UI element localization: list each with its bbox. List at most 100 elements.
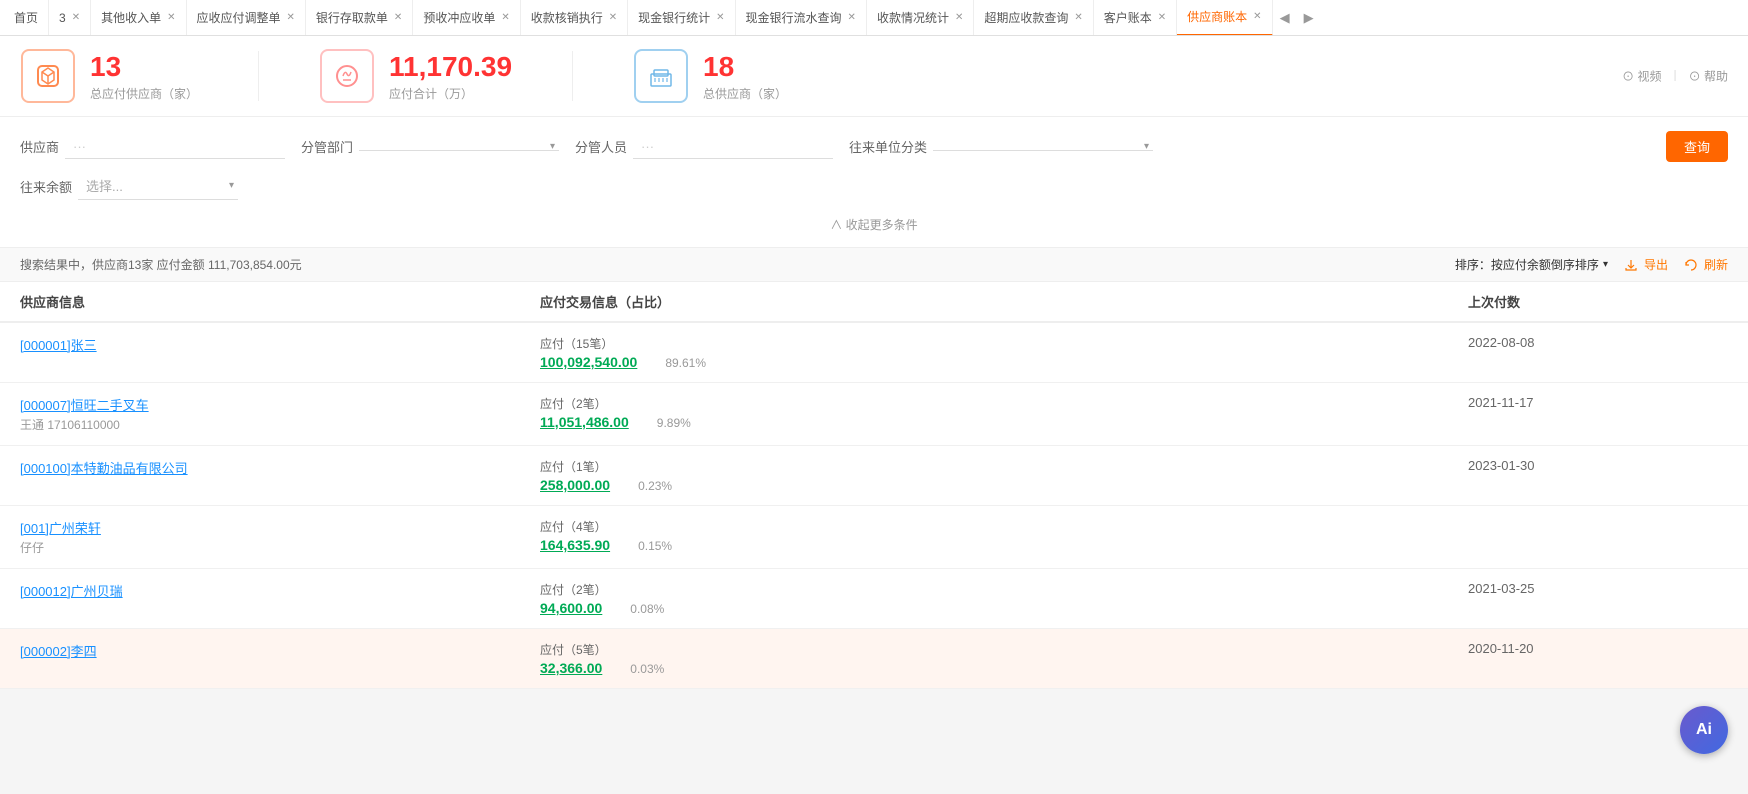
refresh-button[interactable]: 刷新 [1684,256,1728,273]
close-icon[interactable]: ✕ [72,12,80,23]
table-row: [000007]恒旺二手叉车 王通 17106110000 应付（2笔） 11,… [0,383,1748,446]
filter-item-balance: 往来余额 选择... ▾ [20,172,238,200]
dept-select[interactable]: ▾ [359,142,559,151]
chevron-down-icon: ▾ [1144,141,1149,152]
close-icon[interactable]: ✕ [716,12,724,23]
payable-total-value: 11,170.39 [389,51,512,83]
payable-amount[interactable]: 164,635.90 [540,537,610,553]
payable-pct: 9.89% [657,416,691,430]
payable-amount[interactable]: 32,366.00 [540,660,602,676]
payable-pct: 0.15% [638,539,672,553]
close-icon[interactable]: ✕ [848,12,856,23]
collapse-bar[interactable]: ∧ 收起更多条件 [20,210,1728,239]
dept-label: 分管部门 [301,137,353,156]
close-icon[interactable]: ✕ [167,12,175,23]
payable-label: 应付（15笔） [540,335,1468,352]
supplier-payable-icon [20,48,76,104]
total-suppliers-value: 18 [703,51,787,83]
payable-label: 应付（2笔） [540,395,1468,412]
table-row: [000100]本特勤油品有限公司 应付（1笔） 258,000.00 0.23… [0,446,1748,506]
sort-label[interactable]: 排序：按应付余额倒序排序 ▾ [1455,256,1608,273]
supplier-sub: 王通 17106110000 [20,416,540,433]
nav-tab-receipt-writeoff[interactable]: 收款核销执行 ✕ [521,0,628,36]
nav-tab-cash-bank-stat[interactable]: 现金银行统计 ✕ [628,0,735,36]
nav-tab-bank-deposit[interactable]: 银行存取款单 ✕ [306,0,413,36]
category-select[interactable]: ▾ [933,142,1153,151]
nav-tab-receipt-stat[interactable]: 收款情况统计 ✕ [867,0,974,36]
close-icon[interactable]: ✕ [1074,12,1082,23]
supplier-link[interactable]: [000007]恒旺二手叉车 [20,395,540,414]
supplier-link[interactable]: [000001]张三 [20,335,540,354]
supplier-info-cell: [001]广州荣轩 仔仔 [20,518,540,556]
supplier-info-cell: [000002]李四 [20,641,540,660]
supplier-link[interactable]: [000002]李四 [20,641,540,660]
payable-label: 应付（2笔） [540,581,1468,598]
person-input[interactable] [633,135,833,159]
person-label: 分管人员 [575,137,627,156]
close-icon[interactable]: ✕ [1158,12,1166,23]
nav-tab-home[interactable]: 首页 [4,0,49,36]
close-icon[interactable]: ✕ [287,12,295,23]
supplier-info-cell: [000007]恒旺二手叉车 王通 17106110000 [20,395,540,433]
balance-select[interactable]: 选择... ▾ [78,172,238,200]
supplier-info-cell: [000012]广州贝瑞 [20,581,540,600]
close-icon[interactable]: ✕ [609,12,617,23]
nav-tab-overdue-ar[interactable]: 超期应收款查询 ✕ [974,0,1093,36]
help-link[interactable]: ⊙ 帮助 [1689,68,1728,85]
summary-item-payable-total: 11,170.39 应付合计（万） [319,48,512,104]
chevron-down-icon: ▾ [229,180,234,191]
payable-info-cell: 应付（2笔） 94,600.00 0.08% [540,581,1468,616]
query-button[interactable]: 查询 [1666,131,1728,162]
close-icon[interactable]: ✕ [955,12,963,23]
supplier-link[interactable]: [000012]广州贝瑞 [20,581,540,600]
supplier-link[interactable]: [000100]本特勤油品有限公司 [20,458,540,477]
table-header: 供应商信息 应付交易信息（占比） 上次付数 [0,282,1748,323]
export-button[interactable]: 导出 [1624,256,1668,273]
col-last-pay: 上次付数 [1468,292,1728,311]
payable-amount[interactable]: 100,092,540.00 [540,354,637,370]
nav-tab-supplier-ledger[interactable]: 供应商账本 ✕ [1177,0,1272,36]
summary-divider-1 [258,51,259,101]
suppliers-payable-label: 总应付供应商（家） [90,85,198,102]
nav-right-arrow[interactable]: ▶ [1297,0,1321,36]
last-pay-cell: 2022-08-08 [1468,335,1728,350]
nav-tab-3[interactable]: 3 ✕ [49,0,91,36]
result-info: 搜索结果中，供应商13家 应付金额 111,703,854.00元 [20,256,302,273]
payable-pct: 0.08% [630,602,664,616]
nav-tab-cash-bank-flow[interactable]: 现金银行流水查询 ✕ [736,0,867,36]
last-pay-cell: 2021-03-25 [1468,581,1728,596]
nav-tab-prepay-offset[interactable]: 预收冲应收单 ✕ [413,0,520,36]
payable-pct: 0.23% [638,479,672,493]
close-icon[interactable]: ✕ [394,12,402,23]
close-icon[interactable]: ✕ [1253,11,1261,22]
payable-amount[interactable]: 94,600.00 [540,600,602,616]
payable-pct: 0.03% [630,662,664,676]
table-row: [000001]张三 应付（15笔） 100,092,540.00 89.61%… [0,323,1748,383]
nav-tab-ar-ap-adjust[interactable]: 应收应付调整单 ✕ [187,0,306,36]
category-label: 往来单位分类 [849,137,927,156]
payable-pct: 89.61% [665,356,706,370]
nav-tab-other-income[interactable]: 其他收入单 ✕ [91,0,186,36]
summary-item-total-suppliers: 18 总供应商（家） [633,48,787,104]
suppliers-payable-value: 13 [90,51,198,83]
balance-label: 往来余额 [20,177,72,196]
payable-amount[interactable]: 11,051,486.00 [540,414,629,430]
top-navigation: 首页 3 ✕ 其他收入单 ✕ 应收应付调整单 ✕ 银行存取款单 ✕ 预收冲应收单… [0,0,1748,36]
nav-tab-customer-ledger[interactable]: 客户账本 ✕ [1094,0,1177,36]
filter-item-dept: 分管部门 ▾ [301,137,559,156]
video-link[interactable]: ⊙ 视频 [1622,68,1661,85]
last-pay-cell: 2020-11-20 [1468,641,1728,656]
nav-left-arrow[interactable]: ◀ [1273,0,1297,36]
summary-help: ⊙ 视频 | ⊙ 帮助 [1622,68,1728,85]
table-row: [000012]广州贝瑞 应付（2笔） 94,600.00 0.08% 2021… [0,569,1748,629]
ai-button[interactable]: Ai [1680,706,1728,754]
filter-item-supplier: 供应商 [20,135,285,159]
summary-item-suppliers-payable: 13 总应付供应商（家） [20,48,198,104]
supplier-sub: 仔仔 [20,539,540,556]
payable-amount[interactable]: 258,000.00 [540,477,610,493]
close-icon[interactable]: ✕ [501,12,509,23]
payable-info-cell: 应付（15笔） 100,092,540.00 89.61% [540,335,1468,370]
filter-item-category: 往来单位分类 ▾ [849,137,1153,156]
supplier-link[interactable]: [001]广州荣轩 [20,518,540,537]
supplier-input[interactable] [65,135,285,159]
